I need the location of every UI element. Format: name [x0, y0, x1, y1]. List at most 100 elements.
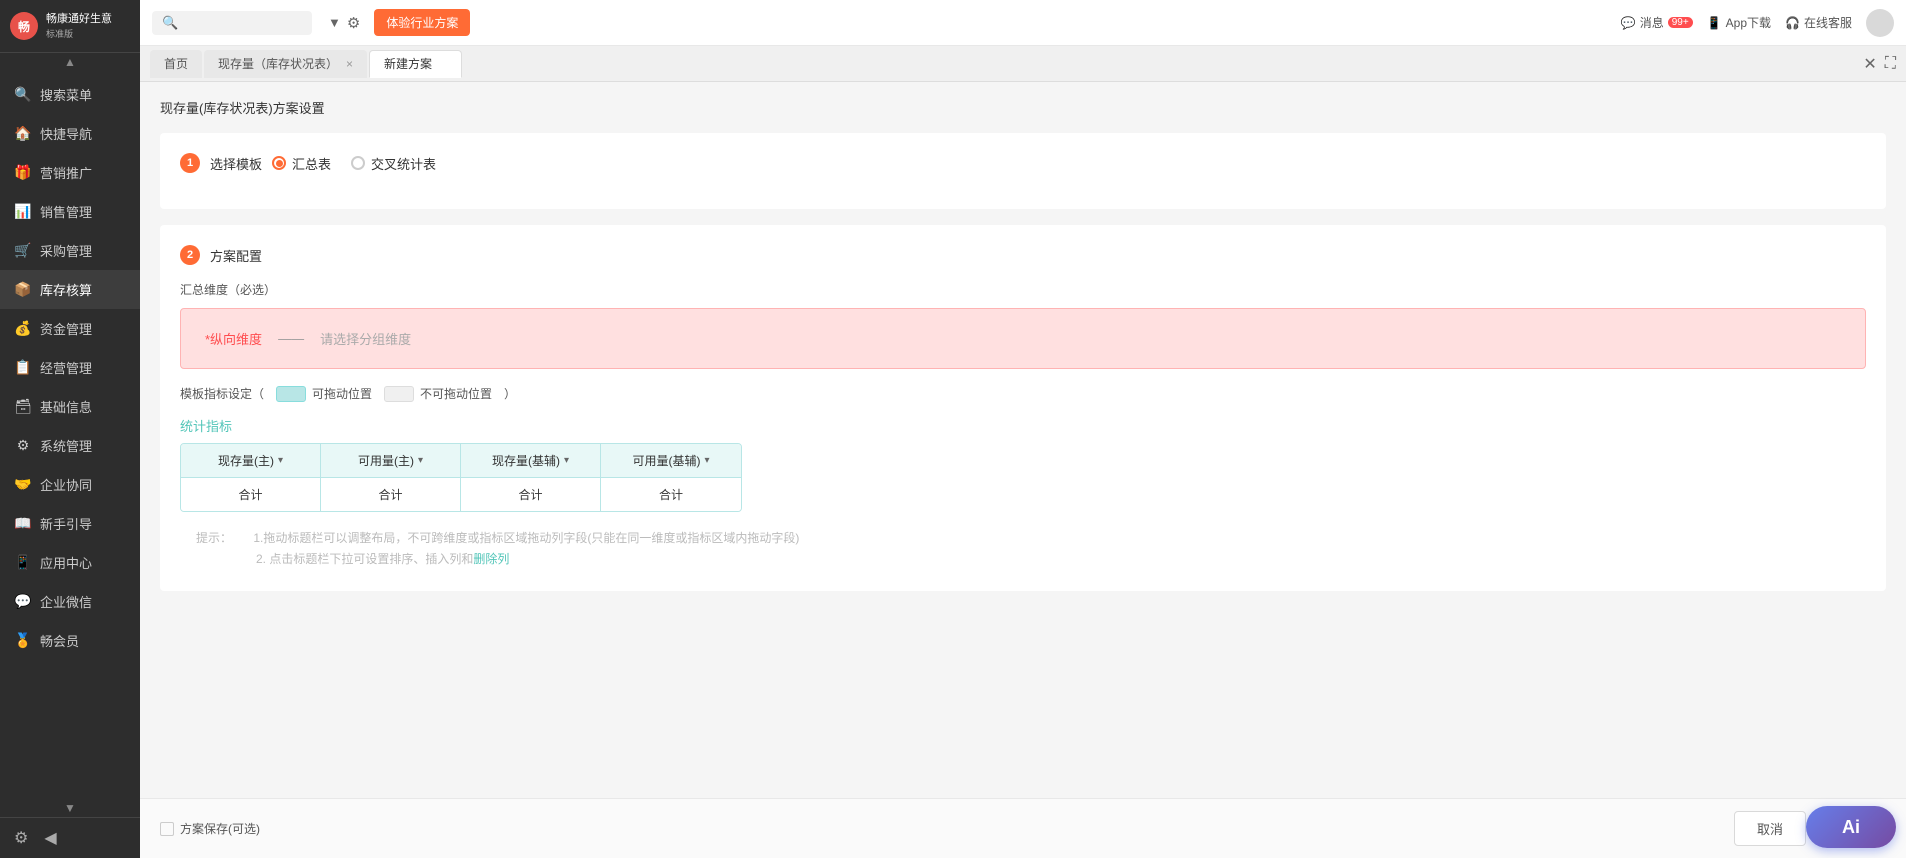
message-button[interactable]: 💬 消息 99+	[1621, 14, 1693, 31]
dimension-section-title: 汇总维度（必选）	[180, 281, 1866, 298]
dimension-dash: ——	[278, 331, 304, 346]
gift-icon: 🎁	[14, 164, 32, 182]
radio-summary[interactable]: 汇总表	[272, 154, 331, 173]
user-avatar[interactable]	[1866, 9, 1894, 37]
handshake-icon: 🤝	[14, 476, 32, 494]
sidebar-item-app-center[interactable]: 📱 应用中心	[0, 543, 140, 582]
stats-header-col-3[interactable]: 可用量(基辅) ▾	[601, 444, 741, 477]
main-area: 🔍 ▼ ⚙ 体验行业方案 💬 消息 99+ 📱 App下载 🎧 在线客服	[140, 0, 1906, 858]
ai-float-button[interactable]: Ai	[1806, 806, 1896, 848]
clipboard-icon: 📋	[14, 359, 32, 377]
stats-header-col-2[interactable]: 现存量(基辅) ▾	[461, 444, 601, 477]
cancel-button[interactable]: 取消	[1734, 811, 1806, 846]
save-option[interactable]: 方案保存(可选)	[160, 820, 260, 837]
sidebar: 畅 畅康通好生意 标准版 ▲ 🔍 搜索菜单 🏠 快捷导航 🎁 营销推广 📊 销售…	[0, 0, 140, 858]
gear-icon: ⚙	[14, 437, 32, 455]
headset-icon: 🎧	[1785, 16, 1800, 30]
sidebar-item-system[interactable]: ⚙ 系统管理	[0, 426, 140, 465]
cart-icon: 🛒	[14, 242, 32, 260]
search-icon-topbar: 🔍	[162, 15, 178, 31]
trial-industry-button[interactable]: 体验行业方案	[374, 9, 470, 36]
sidebar-item-new-guide[interactable]: 📖 新手引导	[0, 504, 140, 543]
scroll-down-button[interactable]: ▼	[64, 801, 76, 815]
customer-service-button[interactable]: 🎧 在线客服	[1785, 14, 1852, 31]
dimension-placeholder: 请选择分组维度	[320, 329, 411, 348]
indicator-suffix: ）	[504, 385, 516, 402]
step2-title: 方案配置	[210, 246, 262, 265]
bottom-bar: 方案保存(可选) 取消 查询	[140, 798, 1906, 858]
book-icon: 📖	[14, 515, 32, 533]
search-input[interactable]	[184, 16, 284, 30]
scroll-up-button[interactable]: ▲	[64, 55, 76, 69]
medal-icon: 🏅	[14, 632, 32, 650]
topbar-right: 💬 消息 99+ 📱 App下载 🎧 在线客服	[1621, 9, 1894, 37]
stats-cell-2: 合计	[461, 478, 601, 511]
sidebar-item-weixin[interactable]: 💬 企业微信	[0, 582, 140, 621]
topbar-icons: ▼ ⚙	[328, 14, 360, 32]
step2-badge: 2	[180, 245, 200, 265]
tips-section: 提示： 1.拖动标题栏可以调整布局，不可跨维度或指标区域拖动列字段(只能在同一维…	[180, 529, 1866, 567]
dimension-section: 汇总维度（必选） *纵向维度 —— 请选择分组维度	[180, 281, 1866, 369]
sidebar-item-basic-info[interactable]: 🗃 基础信息	[0, 387, 140, 426]
template-radio-group: 汇总表 交叉统计表	[272, 154, 436, 173]
sidebar-item-search[interactable]: 🔍 搜索菜单	[0, 75, 140, 114]
tab-inventory-close-button[interactable]: ×	[346, 57, 353, 71]
stats-header-col-0[interactable]: 现存量(主) ▾	[181, 444, 321, 477]
phone-icon: 📱	[1707, 16, 1722, 30]
stats-body-row: 合计 合计 合计 合计	[181, 478, 741, 511]
save-checkbox[interactable]	[160, 822, 174, 836]
sidebar-item-member[interactable]: 🏅 畅会员	[0, 621, 140, 660]
window-controls: ✕ ⛶	[1863, 54, 1896, 74]
stats-header-col-1[interactable]: 可用量(主) ▾	[321, 444, 461, 477]
logo-text: 畅康通好生意 标准版	[46, 12, 112, 39]
radio-cross-dot	[351, 156, 365, 170]
topbar-chevron-icon[interactable]: ▼	[328, 15, 341, 30]
sidebar-item-sales[interactable]: 📊 销售管理	[0, 192, 140, 231]
chevron-down-icon-2: ▾	[564, 455, 569, 466]
tab-home[interactable]: 首页	[150, 50, 202, 78]
sidebar-item-quick-nav[interactable]: 🏠 快捷导航	[0, 114, 140, 153]
sidebar-item-enterprise[interactable]: 🤝 企业协同	[0, 465, 140, 504]
draggable-label: 可拖动位置	[312, 385, 372, 402]
chevron-down-icon-0: ▾	[278, 455, 283, 466]
step2-card: 2 方案配置 汇总维度（必选） *纵向维度 —— 请选择分组维度 模板指标设定（…	[160, 225, 1886, 591]
tab-inventory-status[interactable]: 现存量（库存状况表） ×	[204, 50, 367, 78]
app-download-button[interactable]: 📱 App下载	[1707, 14, 1771, 31]
sidebar-item-purchase[interactable]: 🛒 采购管理	[0, 231, 140, 270]
stats-header-row: 现存量(主) ▾ 可用量(主) ▾ 现存量(基辅) ▾ 可用量(基辅)	[181, 444, 741, 478]
step1-title: 选择模板	[210, 154, 262, 173]
stats-cell-1: 合计	[321, 478, 461, 511]
sidebar-item-marketing[interactable]: 🎁 营销推广	[0, 153, 140, 192]
window-close-button[interactable]: ✕	[1863, 54, 1876, 74]
sidebar-item-inventory[interactable]: 📦 库存核算	[0, 270, 140, 309]
topbar: 🔍 ▼ ⚙ 体验行业方案 💬 消息 99+ 📱 App下载 🎧 在线客服	[140, 0, 1906, 46]
step1-header: 1 选择模板 汇总表 交叉统计表	[180, 153, 1866, 173]
sidebar-item-operation[interactable]: 📋 经营管理	[0, 348, 140, 387]
sidebar-item-finance[interactable]: 💰 资金管理	[0, 309, 140, 348]
sidebar-footer: ⚙ ◀	[0, 817, 140, 858]
not-draggable-legend-box	[384, 386, 414, 402]
tip-1: 提示： 1.拖动标题栏可以调整布局，不可跨维度或指标区域拖动列字段(只能在同一维…	[180, 529, 1866, 546]
logo-icon: 畅	[10, 12, 38, 40]
page-title: 现存量(库存状况表)方案设置	[160, 98, 1886, 117]
settings-icon[interactable]: ⚙	[14, 828, 28, 848]
statistics-section: 统计指标 现存量(主) ▾ 可用量(主) ▾ 现存量(基辅)	[180, 416, 1866, 515]
tab-new-plan-close-button[interactable]: ×	[440, 57, 447, 71]
save-label: 方案保存(可选)	[180, 820, 260, 837]
stats-cell-0: 合计	[181, 478, 321, 511]
dimension-box[interactable]: *纵向维度 —— 请选择分组维度	[180, 308, 1866, 369]
draggable-legend-box	[276, 386, 306, 402]
indicator-label: 模板指标设定（	[180, 385, 264, 402]
topbar-settings-icon[interactable]: ⚙	[347, 14, 360, 32]
chart-icon: 📊	[14, 203, 32, 221]
tip-title: 提示：	[196, 531, 250, 545]
indicator-setting: 模板指标设定（ 可拖动位置 不可拖动位置 ）	[180, 385, 1866, 402]
collapse-icon[interactable]: ◀	[44, 828, 56, 848]
search-box[interactable]: 🔍	[152, 11, 312, 35]
message-icon: 💬	[1621, 16, 1636, 30]
content-area: 现存量(库存状况表)方案设置 1 选择模板 汇总表 交叉统计表	[140, 82, 1906, 798]
window-expand-button[interactable]: ⛶	[1885, 55, 1896, 73]
radio-cross[interactable]: 交叉统计表	[351, 154, 436, 173]
tab-new-plan[interactable]: 新建方案 ×	[369, 50, 462, 78]
sidebar-logo: 畅 畅康通好生意 标准版	[0, 0, 140, 53]
